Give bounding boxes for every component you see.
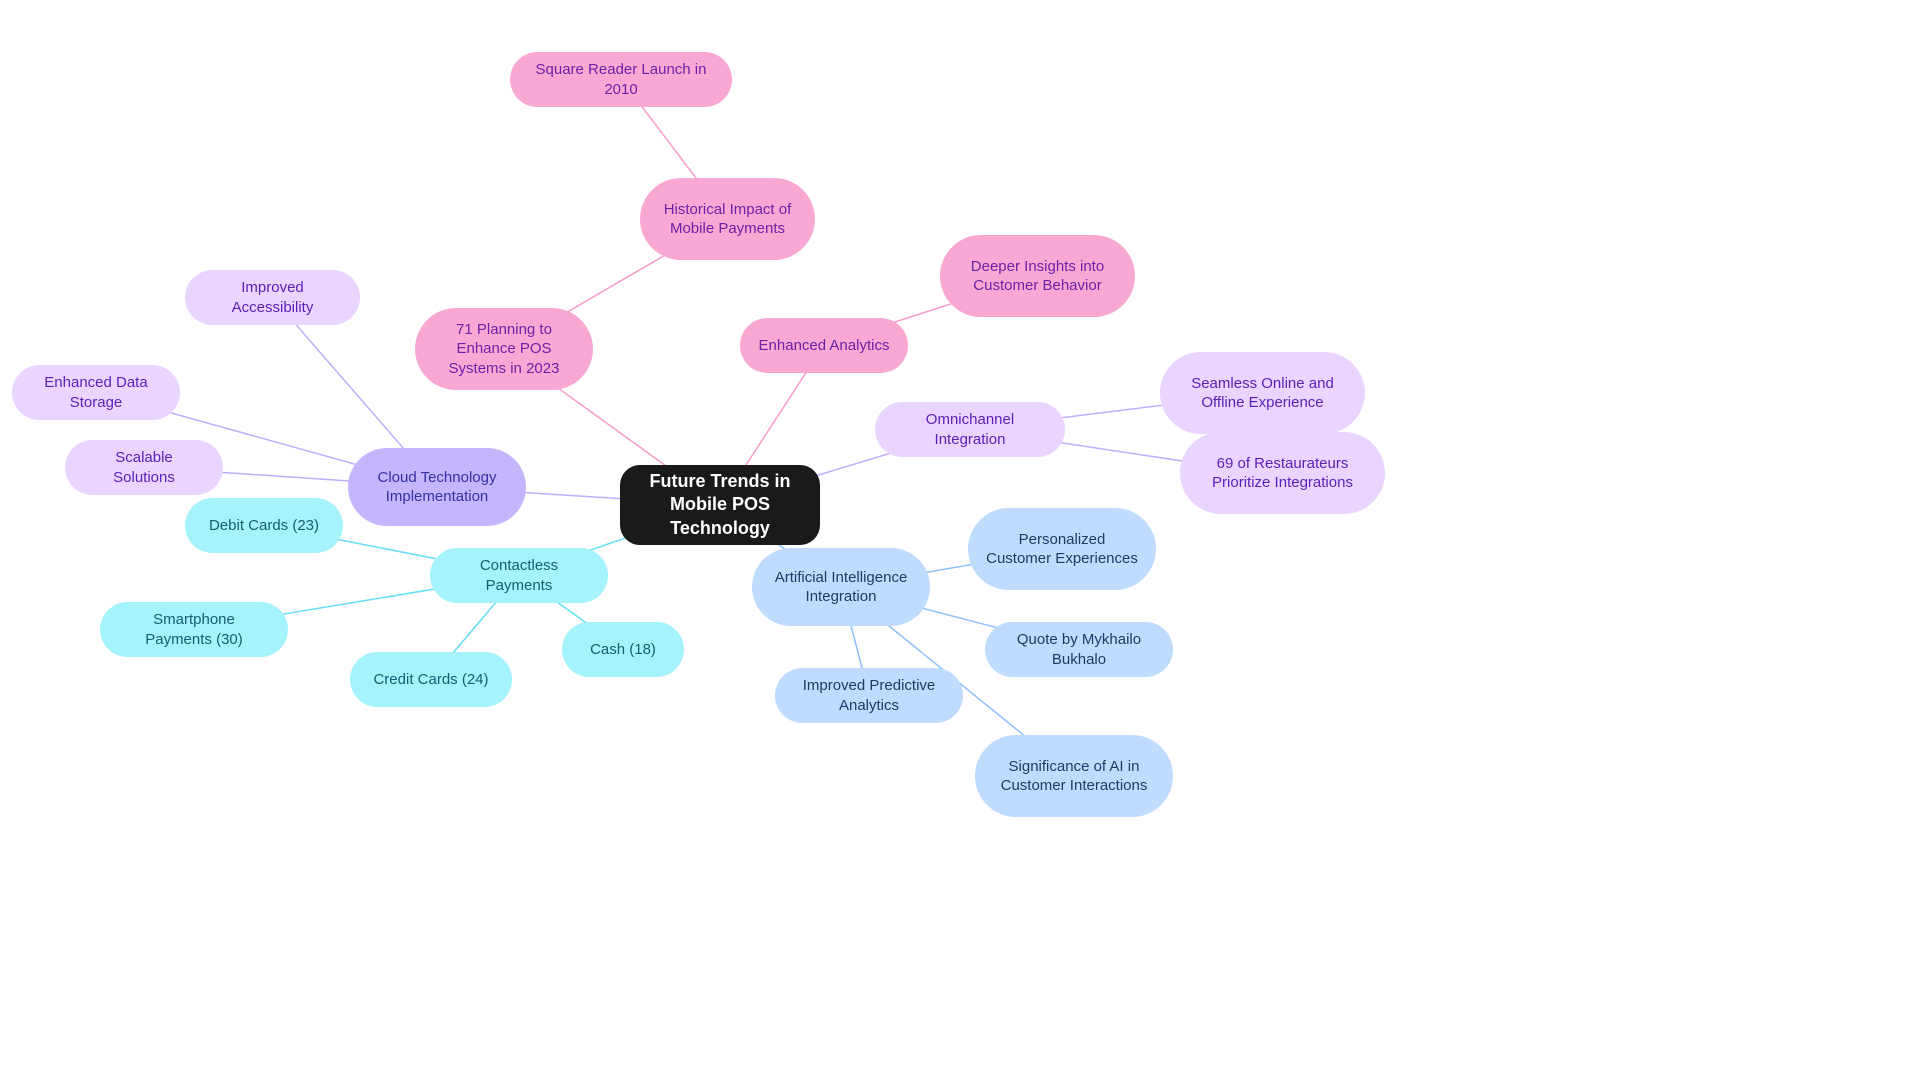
cloud-node[interactable]: Cloud Technology Implementation xyxy=(348,448,526,526)
ai-node[interactable]: Artificial Intelligence Integration xyxy=(752,548,930,626)
omnichannel-node[interactable]: Omnichannel Integration xyxy=(875,402,1065,457)
restaurateurs-node[interactable]: 69 of Restaurateurs Prioritize Integrati… xyxy=(1180,432,1385,514)
significance-node[interactable]: Significance of AI in Customer Interacti… xyxy=(975,735,1173,817)
credit-node[interactable]: Credit Cards (24) xyxy=(350,652,512,707)
square-reader-node[interactable]: Square Reader Launch in 2010 xyxy=(510,52,732,107)
enhanced-analytics-node[interactable]: Enhanced Analytics xyxy=(740,318,908,373)
improved-access-node[interactable]: Improved Accessibility xyxy=(185,270,360,325)
scalable-node[interactable]: Scalable Solutions xyxy=(65,440,223,495)
center-node[interactable]: Future Trends in Mobile POS Technology xyxy=(620,465,820,545)
seamless-node[interactable]: Seamless Online and Offline Experience xyxy=(1160,352,1365,434)
debit-node[interactable]: Debit Cards (23) xyxy=(185,498,343,553)
cash-node[interactable]: Cash (18) xyxy=(562,622,684,677)
mindmap-container: Future Trends in Mobile POS Technology C… xyxy=(0,0,1920,1083)
enhance-pos-node[interactable]: 71 Planning to Enhance POS Systems in 20… xyxy=(415,308,593,390)
personalized-node[interactable]: Personalized Customer Experiences xyxy=(968,508,1156,590)
contactless-node[interactable]: Contactless Payments xyxy=(430,548,608,603)
predictive-node[interactable]: Improved Predictive Analytics xyxy=(775,668,963,723)
historical-node[interactable]: Historical Impact of Mobile Payments xyxy=(640,178,815,260)
smartphone-node[interactable]: Smartphone Payments (30) xyxy=(100,602,288,657)
quote-node[interactable]: Quote by Mykhailo Bukhalo xyxy=(985,622,1173,677)
enhanced-data-node[interactable]: Enhanced Data Storage xyxy=(12,365,180,420)
deeper-insights-node[interactable]: Deeper Insights into Customer Behavior xyxy=(940,235,1135,317)
